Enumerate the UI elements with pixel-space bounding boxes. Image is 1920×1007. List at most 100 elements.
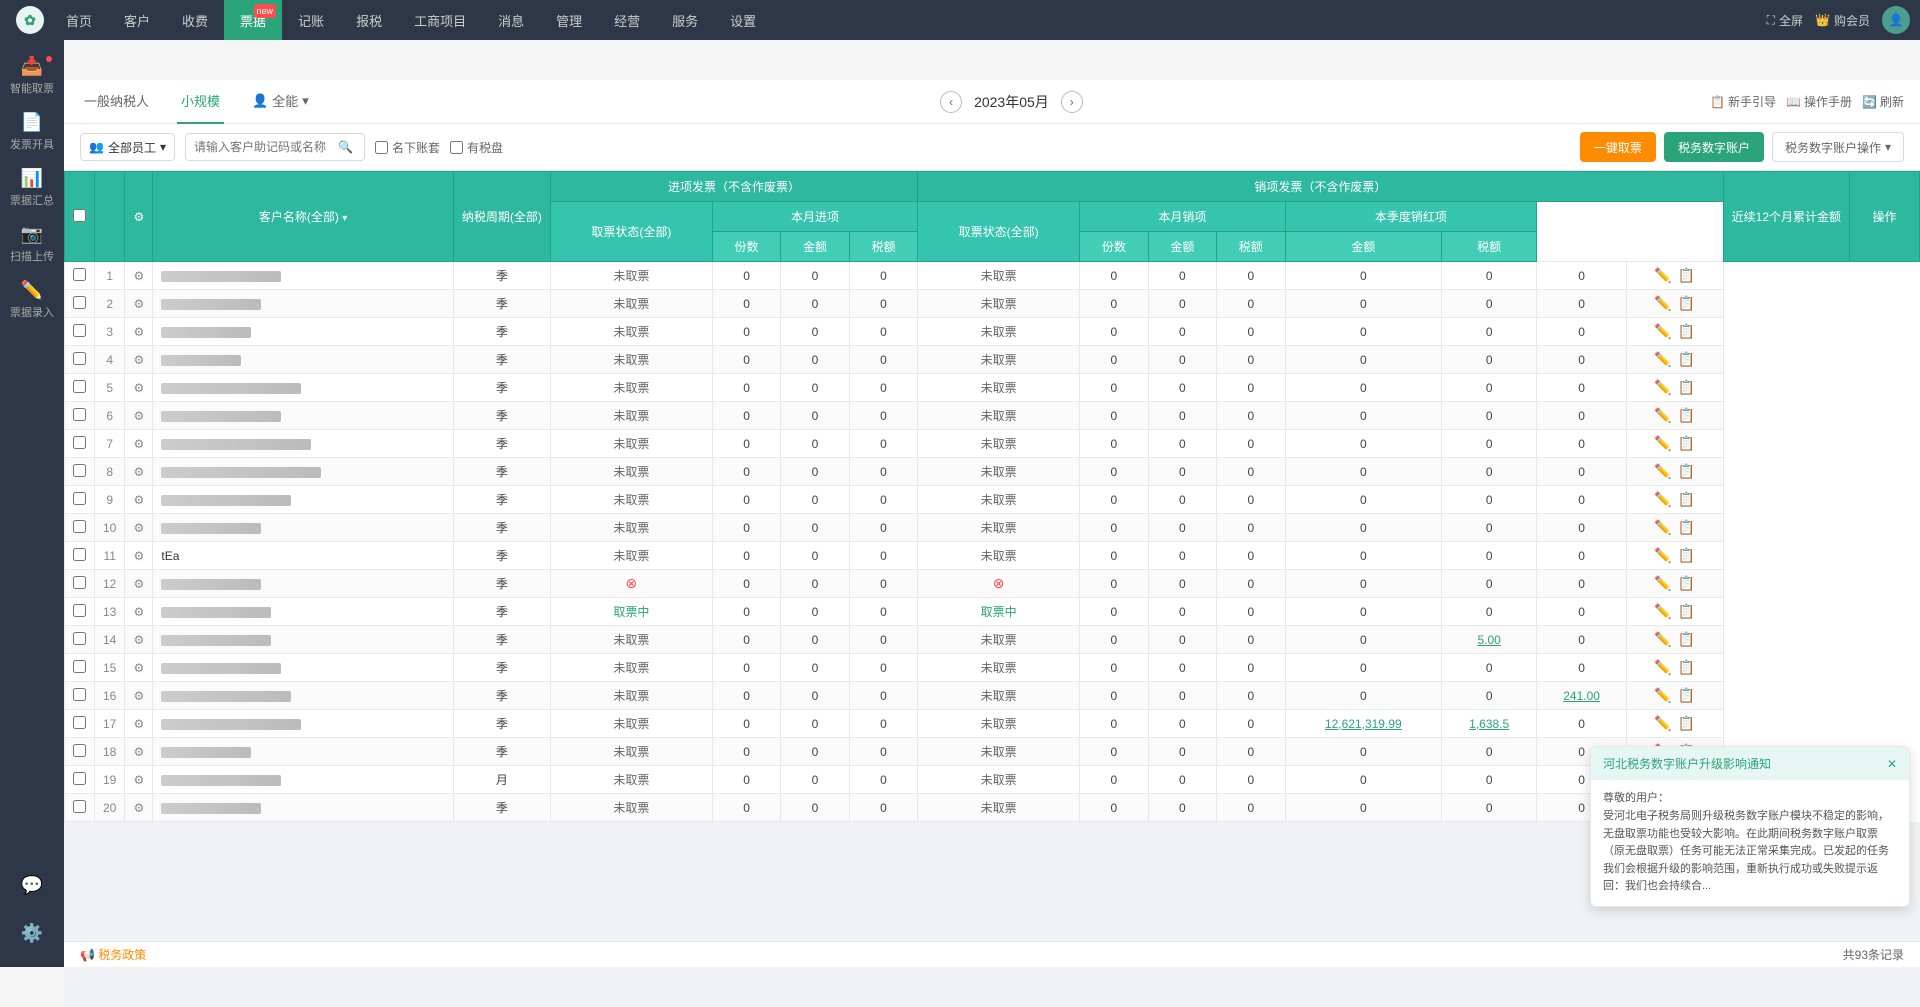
- row-checkbox[interactable]: [73, 548, 86, 561]
- in-status-cell[interactable]: 未取票: [550, 486, 712, 514]
- copy-icon[interactable]: 📋: [1678, 519, 1695, 536]
- client-cell[interactable]: [153, 794, 454, 822]
- copy-icon[interactable]: 📋: [1678, 631, 1695, 648]
- row-checkbox[interactable]: [73, 800, 86, 813]
- client-cell[interactable]: [153, 626, 454, 654]
- out-status-cell[interactable]: 未取票: [918, 710, 1080, 738]
- nav-fee[interactable]: 收费: [166, 0, 224, 40]
- row-gear-icon[interactable]: ⚙: [133, 493, 144, 507]
- row-checkbox[interactable]: [73, 464, 86, 477]
- sidebar-item-scan[interactable]: 📷 扫描上传: [0, 216, 64, 272]
- refresh-button[interactable]: 🔄 刷新: [1862, 93, 1904, 110]
- edit-icon[interactable]: ✏️: [1654, 435, 1671, 452]
- copy-icon[interactable]: 📋: [1678, 323, 1695, 340]
- edit-icon[interactable]: ✏️: [1654, 631, 1671, 648]
- th-in-status[interactable]: 取票状态(全部): [550, 202, 712, 262]
- in-status-cell[interactable]: ⊗: [550, 570, 712, 598]
- in-status-cell[interactable]: 未取票: [550, 654, 712, 682]
- client-cell[interactable]: [153, 682, 454, 710]
- client-cell[interactable]: [153, 290, 454, 318]
- out-status-cell[interactable]: 未取票: [918, 374, 1080, 402]
- row-gear-icon[interactable]: ⚙: [133, 689, 144, 703]
- row-gear-icon[interactable]: ⚙: [133, 297, 144, 311]
- client-cell[interactable]: tEa: [153, 542, 454, 570]
- prev-month-button[interactable]: ‹: [940, 91, 962, 113]
- out-status-cell[interactable]: 未取票: [918, 738, 1080, 766]
- in-status-cell[interactable]: 未取票: [550, 262, 712, 290]
- nav-home[interactable]: 首页: [50, 0, 108, 40]
- member-button[interactable]: 👑 购会员: [1815, 12, 1870, 29]
- out-status-cell[interactable]: 未取票: [918, 486, 1080, 514]
- nav-admin[interactable]: 管理: [540, 0, 598, 40]
- in-status-cell[interactable]: 未取票: [550, 794, 712, 822]
- checkbox-label-taxpad[interactable]: 有税盘: [450, 139, 503, 156]
- edit-icon[interactable]: ✏️: [1654, 463, 1671, 480]
- client-cell[interactable]: [153, 402, 454, 430]
- client-cell[interactable]: [153, 346, 454, 374]
- edit-icon[interactable]: ✏️: [1654, 323, 1671, 340]
- row-gear-icon[interactable]: ⚙: [133, 465, 144, 479]
- row-gear-icon[interactable]: ⚙: [133, 633, 144, 647]
- row-checkbox[interactable]: [73, 296, 86, 309]
- tab-all[interactable]: 👤 全能 ▾: [248, 80, 313, 124]
- in-status-cell[interactable]: 未取票: [550, 458, 712, 486]
- in-status-cell[interactable]: 未取票: [550, 514, 712, 542]
- edit-icon[interactable]: ✏️: [1654, 519, 1671, 536]
- out-status-cell[interactable]: 未取票: [918, 262, 1080, 290]
- tax-policy-link[interactable]: 📢 税务政策: [80, 946, 146, 963]
- copy-icon[interactable]: 📋: [1678, 715, 1695, 732]
- nav-message[interactable]: 消息: [482, 0, 540, 40]
- edit-icon[interactable]: ✏️: [1654, 379, 1671, 396]
- client-cell[interactable]: [153, 430, 454, 458]
- copy-icon[interactable]: 📋: [1678, 379, 1695, 396]
- row-checkbox[interactable]: [73, 604, 86, 617]
- nav-business[interactable]: 工商项目: [398, 0, 482, 40]
- edit-icon[interactable]: ✏️: [1654, 351, 1671, 368]
- copy-icon[interactable]: 📋: [1678, 547, 1695, 564]
- new-guide-button[interactable]: 📋 新手引导: [1710, 93, 1776, 110]
- client-cell[interactable]: [153, 514, 454, 542]
- row-gear-icon[interactable]: ⚙: [133, 325, 144, 339]
- edit-icon[interactable]: ✏️: [1654, 715, 1671, 732]
- row-gear-icon[interactable]: ⚙: [133, 269, 144, 283]
- row-checkbox[interactable]: [73, 716, 86, 729]
- out-status-cell[interactable]: 未取票: [918, 654, 1080, 682]
- row-gear-icon[interactable]: ⚙: [133, 745, 144, 759]
- client-cell[interactable]: [153, 318, 454, 346]
- copy-icon[interactable]: 📋: [1678, 407, 1695, 424]
- out-status-cell[interactable]: 未取票: [918, 682, 1080, 710]
- nav-tax[interactable]: 报税: [340, 0, 398, 40]
- in-status-cell[interactable]: 未取票: [550, 346, 712, 374]
- out-status-cell[interactable]: 未取票: [918, 766, 1080, 794]
- in-status-cell[interactable]: 未取票: [550, 402, 712, 430]
- row-checkbox[interactable]: [73, 660, 86, 673]
- in-status-cell[interactable]: 未取票: [550, 682, 712, 710]
- in-status-cell[interactable]: 未取票: [550, 626, 712, 654]
- row-checkbox[interactable]: [73, 324, 86, 337]
- row-gear-icon[interactable]: ⚙: [133, 773, 144, 787]
- out-status-cell[interactable]: 未取票: [918, 430, 1080, 458]
- row-checkbox[interactable]: [73, 436, 86, 449]
- copy-icon[interactable]: 📋: [1678, 351, 1695, 368]
- onekey-fetch-button[interactable]: 一键取票: [1580, 132, 1656, 162]
- row-checkbox[interactable]: [73, 268, 86, 281]
- in-status-cell[interactable]: 未取票: [550, 710, 712, 738]
- user-avatar[interactable]: 👤: [1882, 6, 1910, 34]
- copy-icon[interactable]: 📋: [1678, 687, 1695, 704]
- row-checkbox[interactable]: [73, 492, 86, 505]
- row-checkbox[interactable]: [73, 352, 86, 365]
- copy-icon[interactable]: 📋: [1678, 267, 1695, 284]
- sidebar-item-smart-invoice[interactable]: 📥 智能取票: [0, 48, 64, 104]
- row-checkbox[interactable]: [73, 380, 86, 393]
- edit-icon[interactable]: ✏️: [1654, 295, 1671, 312]
- client-cell[interactable]: [153, 710, 454, 738]
- out-status-cell[interactable]: 未取票: [918, 458, 1080, 486]
- edit-icon[interactable]: ✏️: [1654, 491, 1671, 508]
- copy-icon[interactable]: 📋: [1678, 463, 1695, 480]
- edit-icon[interactable]: ✏️: [1654, 407, 1671, 424]
- row-checkbox[interactable]: [73, 688, 86, 701]
- row-gear-icon[interactable]: ⚙: [133, 409, 144, 423]
- out-status-cell[interactable]: 未取票: [918, 626, 1080, 654]
- th-tax-period[interactable]: 纳税周期(全部): [453, 172, 550, 262]
- row-checkbox[interactable]: [73, 576, 86, 589]
